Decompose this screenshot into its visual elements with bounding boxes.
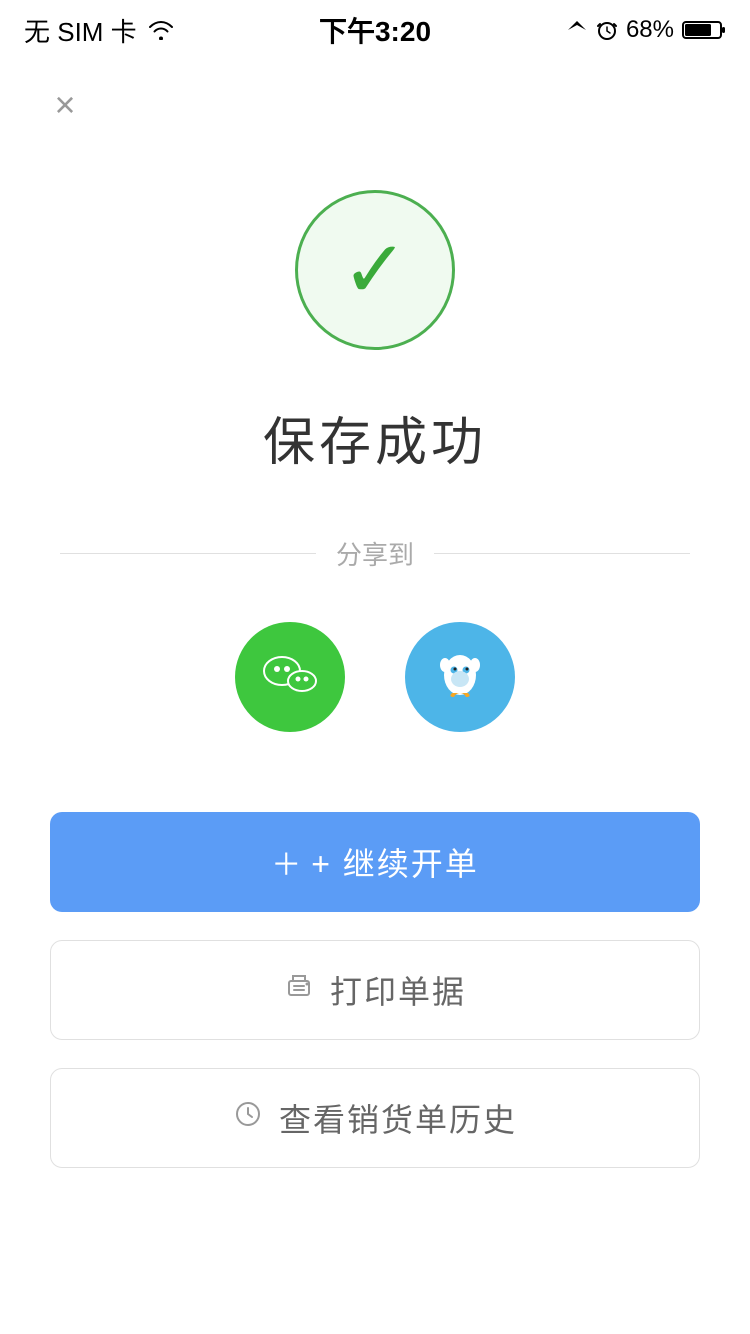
- status-bar: 无 SIM 卡 下午3:20 68%: [0, 0, 750, 60]
- wechat-icon: [258, 645, 322, 709]
- wifi-icon: [147, 20, 175, 40]
- qq-share-button[interactable]: [405, 622, 515, 732]
- success-title: 保存成功: [263, 400, 487, 475]
- location-icon: [566, 19, 588, 41]
- share-line-left: [60, 553, 316, 554]
- history-button[interactable]: 查看销货单历史: [50, 1068, 700, 1168]
- history-icon: [233, 1099, 263, 1137]
- print-label: 打印单据: [330, 967, 466, 1013]
- continue-order-button[interactable]: ＋ + 继续开单: [50, 812, 700, 912]
- share-line-right: [434, 553, 690, 554]
- share-icons-row: [235, 622, 515, 732]
- share-divider-row: 分享到: [0, 535, 750, 572]
- alarm-icon: [596, 19, 618, 41]
- battery-text: 68%: [626, 16, 674, 44]
- close-button[interactable]: ×: [40, 80, 90, 130]
- success-circle: ✓: [295, 190, 455, 350]
- close-icon: ×: [54, 87, 75, 123]
- history-label: 查看销货单历史: [279, 1095, 517, 1141]
- status-right: 68%: [566, 16, 726, 44]
- qq-icon: [428, 645, 492, 709]
- wechat-share-button[interactable]: [235, 622, 345, 732]
- status-time: 下午3:20: [319, 10, 431, 50]
- close-area: ×: [0, 60, 750, 150]
- battery-icon: [682, 19, 726, 41]
- plus-icon: ＋: [271, 840, 303, 884]
- share-area: 分享到: [0, 535, 750, 732]
- actions-area: ＋ + 继续开单 打印单据 查看销货单历史: [0, 812, 750, 1168]
- share-label: 分享到: [336, 535, 414, 572]
- no-sim-text: 无 SIM 卡: [24, 12, 137, 49]
- status-left: 无 SIM 卡: [24, 12, 175, 49]
- print-button[interactable]: 打印单据: [50, 940, 700, 1040]
- success-area: ✓ 保存成功: [0, 150, 750, 475]
- continue-order-label: + 继续开单: [311, 839, 479, 885]
- print-icon: [284, 971, 314, 1009]
- check-icon: ✓: [341, 230, 408, 310]
